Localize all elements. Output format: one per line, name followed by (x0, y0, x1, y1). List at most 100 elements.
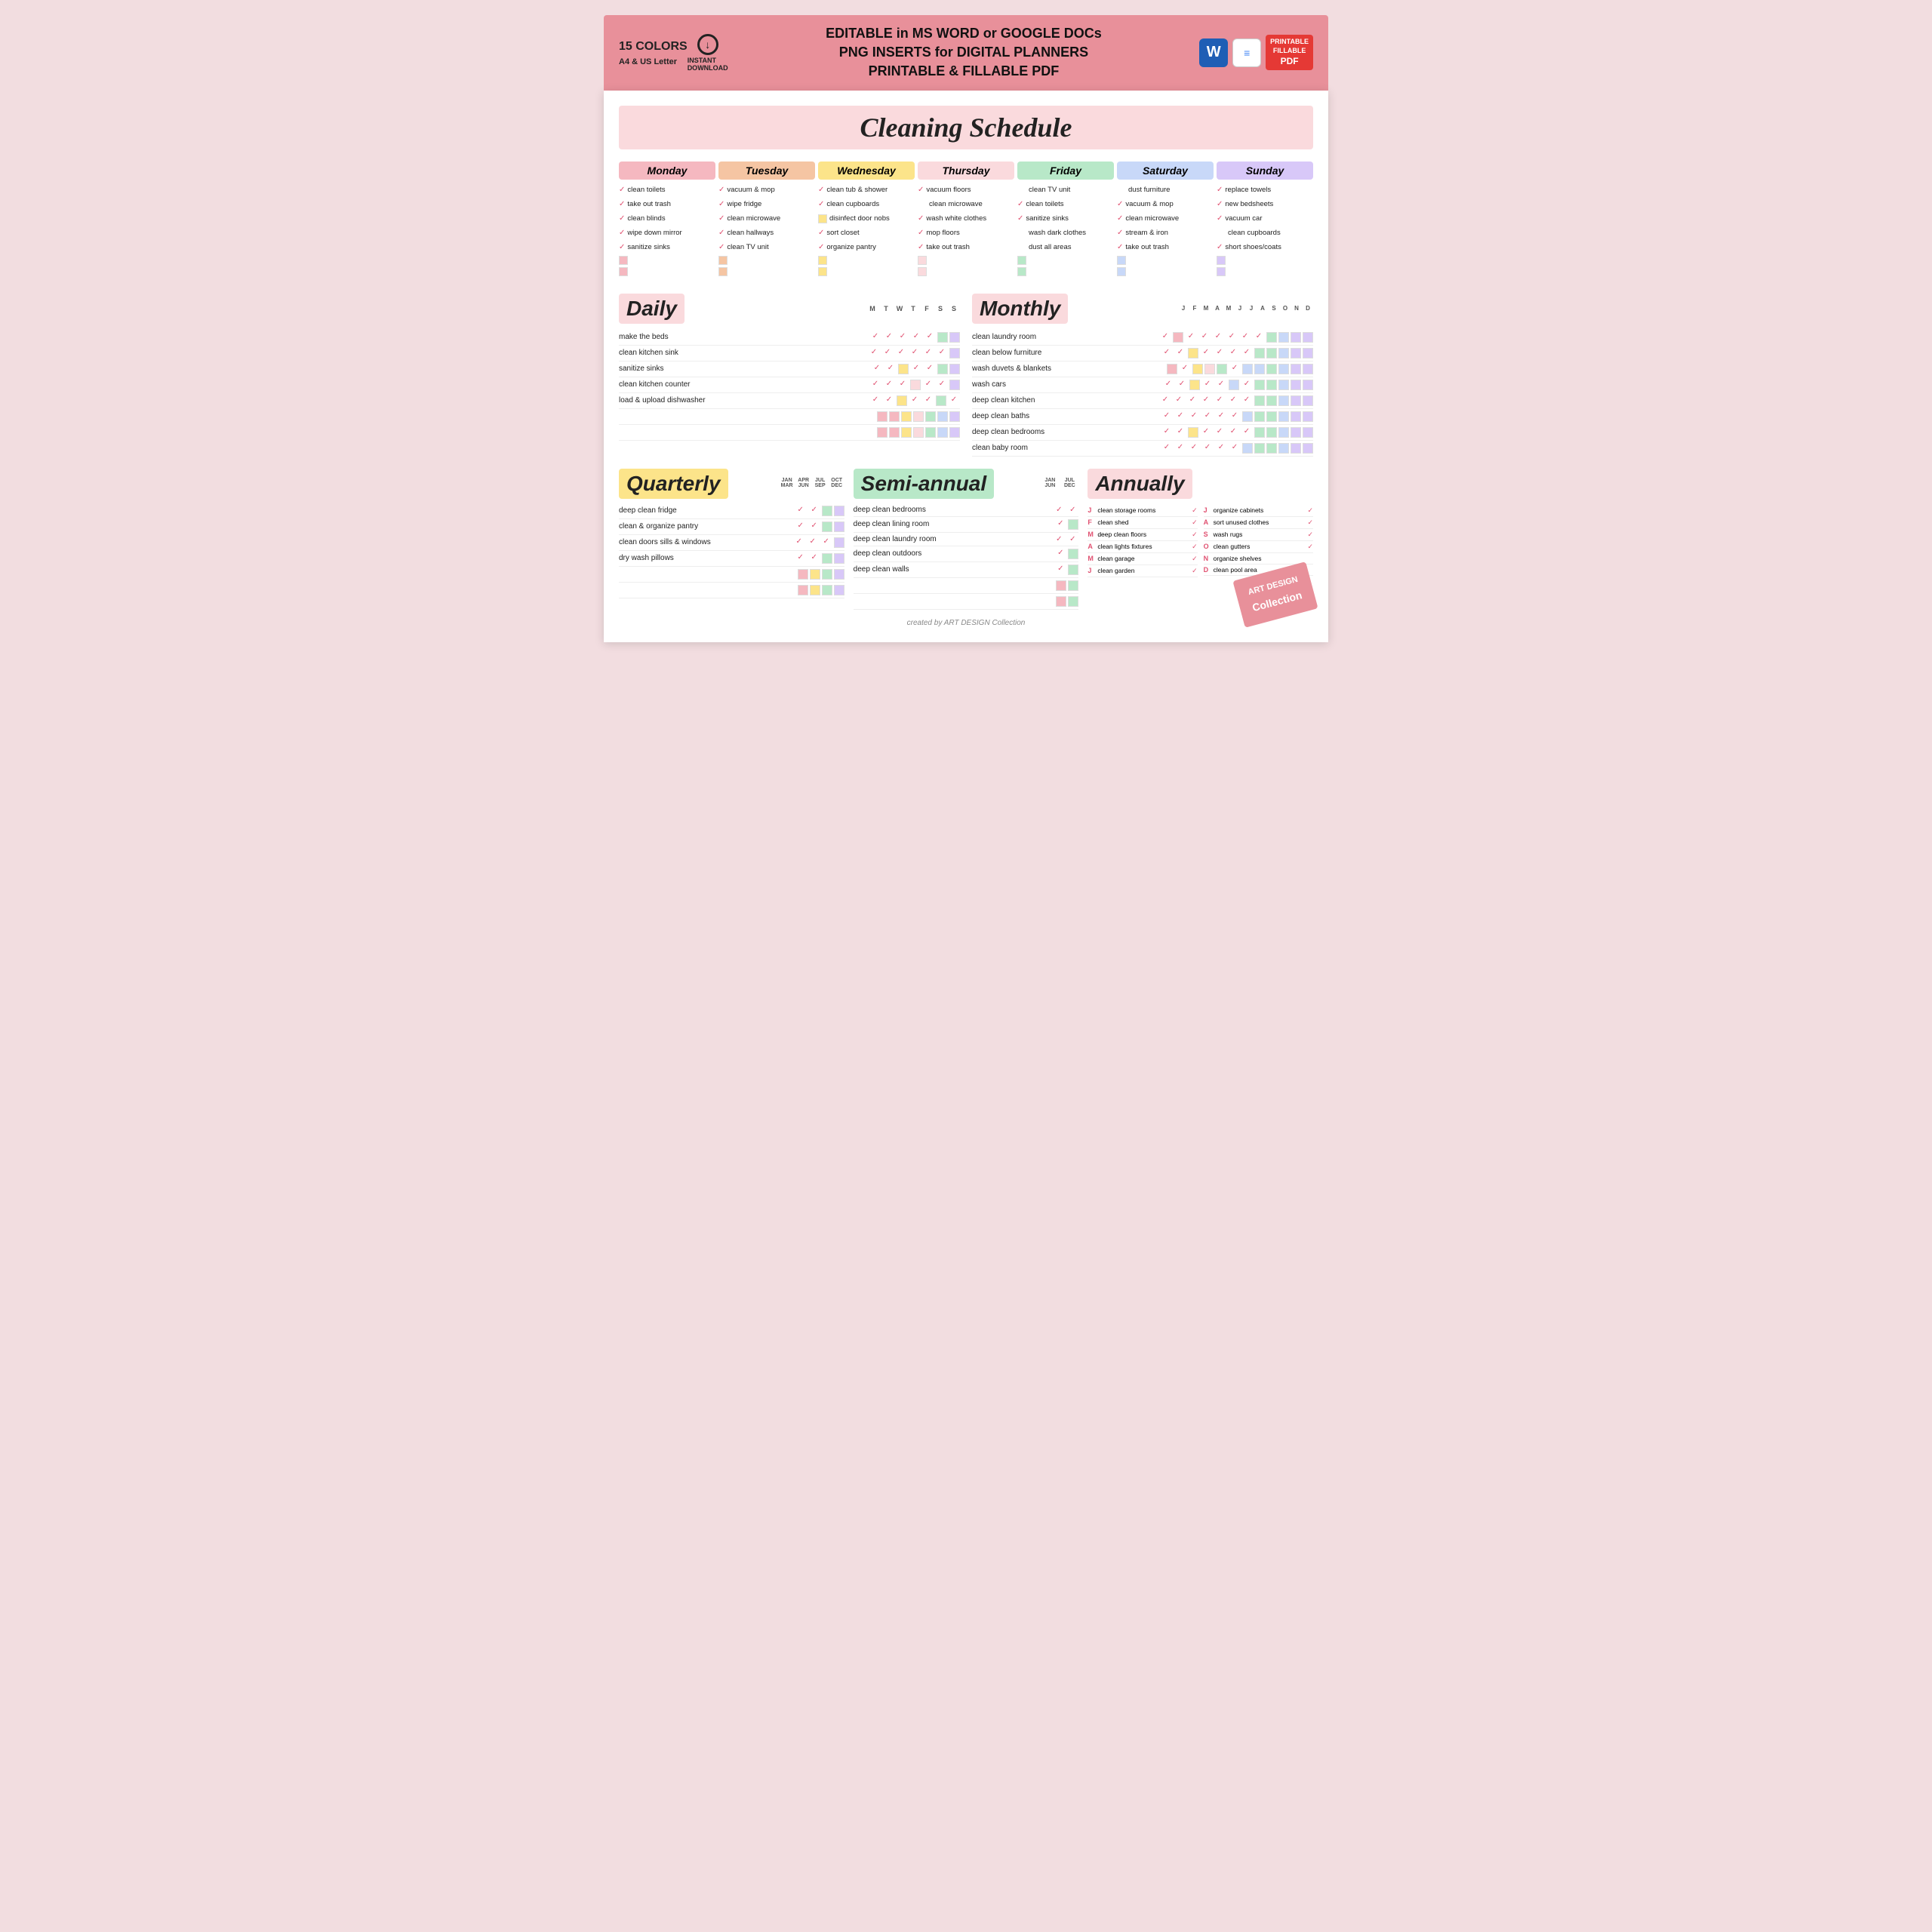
daily-row: clean kitchen sink ✓✓✓ ✓✓✓ (619, 346, 960, 361)
quarterly-row: deep clean fridge ✓✓ (619, 503, 844, 519)
monthly-row: clean baby room ✓✓ ✓✓ ✓✓ (972, 441, 1313, 457)
task-item: ✓vacuum & mop (1117, 198, 1214, 211)
sunday-col: Sunday ✓replace towels ✓new bedsheets ✓v… (1217, 162, 1313, 278)
quarterly-row: clean doors sills & windows ✓✓✓ (619, 535, 844, 551)
task-item: clean TV unit (1017, 184, 1114, 196)
task-item: ✓sanitize sinks (1017, 213, 1114, 225)
task-item: wash dark clothes (1017, 227, 1114, 239)
ann-row: Swash rugs✓ (1204, 529, 1313, 541)
monthly-row: deep clean bedrooms ✓✓ ✓✓ ✓✓ (972, 425, 1313, 441)
monthly-month-letters: JFM AMJ JAS OND (1178, 305, 1313, 312)
monthly-title: Monthly (972, 294, 1068, 324)
daily-blank-row (619, 425, 960, 441)
task-item: ✓clean microwave (718, 213, 815, 225)
sunday-header: Sunday (1217, 162, 1313, 180)
daily-row: sanitize sinks ✓✓ ✓✓ (619, 361, 960, 377)
semiannual-row: deep clean walls ✓ (854, 562, 1079, 578)
semiannual-row: deep clean outdoors ✓ (854, 546, 1079, 562)
task-item: ✓clean toilets (619, 184, 715, 196)
banner-left: 15 COLORS A4 & US Letter (619, 38, 688, 69)
annually-grid: Jclean storage rooms✓ Fclean shed✓ Mdeep… (1088, 505, 1313, 577)
ann-row: Asort unused clothes✓ (1204, 517, 1313, 529)
saturday-col: Saturday dust furniture ✓vacuum & mop ✓c… (1117, 162, 1214, 278)
word-icon: W (1199, 38, 1228, 67)
semiannual-title: Semi-annual (854, 469, 994, 499)
banner-main-title: EDITABLE in MS WORD or GOOGLE DOCs PNG I… (728, 24, 1199, 82)
task-item: ✓wipe fridge (718, 198, 815, 211)
monday-col: Monday ✓clean toilets ✓take out trash ✓c… (619, 162, 715, 278)
task-item: ✓take out trash (1117, 242, 1214, 254)
daily-row: load & upload dishwasher ✓✓ ✓✓ ✓ (619, 393, 960, 409)
task-item: disinfect door nobs (818, 213, 915, 225)
task-item: ✓clean cupboards (818, 198, 915, 211)
annually-title: Annually (1088, 469, 1192, 499)
size-label: A4 & US Letter (619, 57, 677, 66)
ann-row: Jorganize cabinets✓ (1204, 505, 1313, 517)
ann-row: Norganize shelves (1204, 553, 1313, 565)
pdf-badge: PRINTABLEFILLABLEPDF (1266, 35, 1313, 70)
annually-left: Jclean storage rooms✓ Fclean shed✓ Mdeep… (1088, 505, 1197, 577)
ann-row: Fclean shed✓ (1088, 517, 1197, 529)
task-item: ✓vacuum floors (918, 184, 1014, 196)
task-item: dust all areas (1017, 242, 1114, 254)
task-item: ✓clean tub & shower (818, 184, 915, 196)
banner-right: W ≡ PRINTABLEFILLABLEPDF (1199, 35, 1313, 70)
task-item: ✓vacuum & mop (718, 184, 815, 196)
task-item: ✓new bedsheets (1217, 198, 1313, 211)
gdocs-icon: ≡ (1232, 38, 1261, 67)
task-item: ✓take out trash (619, 198, 715, 211)
saturday-header: Saturday (1117, 162, 1214, 180)
tuesday-col: Tuesday ✓vacuum & mop ✓wipe fridge ✓clea… (718, 162, 815, 278)
instant-label: INSTANTDOWNLOAD (688, 57, 728, 72)
tuesday-header: Tuesday (718, 162, 815, 180)
monthly-section: Monthly JFM AMJ JAS OND clean laundry ro… (972, 294, 1313, 457)
ann-row: Jclean storage rooms✓ (1088, 505, 1197, 517)
task-item: ✓clean TV unit (718, 242, 815, 254)
ann-row: Mdeep clean floors✓ (1088, 529, 1197, 541)
ann-row: Oclean gutters✓ (1204, 541, 1313, 553)
ann-row: Jclean garden✓ (1088, 565, 1197, 577)
monthly-row: deep clean kitchen ✓✓ ✓✓ ✓✓ ✓ (972, 393, 1313, 409)
footer-credit: created by ART DESIGN Collection (619, 619, 1313, 627)
ann-row: Mclean garage✓ (1088, 553, 1197, 565)
thursday-col: Thursday ✓vacuum floors clean microwave … (918, 162, 1014, 278)
monthly-row: wash cars ✓✓ ✓✓ ✓ (972, 377, 1313, 393)
monthly-row: clean laundry room ✓ ✓✓ ✓✓ ✓✓ (972, 330, 1313, 346)
friday-header: Friday (1017, 162, 1114, 180)
task-item: dust furniture (1117, 184, 1214, 196)
daily-title: Daily (619, 294, 685, 324)
task-item: ✓vacuum car (1217, 213, 1313, 225)
task-item: ✓wipe down mirror (619, 227, 715, 239)
monthly-row: deep clean baths ✓✓ ✓✓ ✓✓ (972, 409, 1313, 425)
daily-row: clean kitchen counter ✓✓✓ ✓✓ (619, 377, 960, 393)
main-card: Cleaning Schedule Monday ✓clean toilets … (604, 91, 1328, 642)
bottom-sections: Quarterly JANMAR APRJUN JULSEP OCTDEC de… (619, 469, 1313, 610)
monthly-row: wash duvets & blankets ✓ ✓ (972, 361, 1313, 377)
quarterly-row: dry wash pillows ✓✓ (619, 551, 844, 567)
quarterly-blank-row (619, 567, 844, 583)
lower-sections: Daily MTW TFS S make the beds ✓✓✓ ✓✓ cle… (619, 294, 1313, 457)
semiannual-row: deep clean lining room ✓ (854, 517, 1079, 533)
task-item: ✓mop floors (918, 227, 1014, 239)
daily-row: make the beds ✓✓✓ ✓✓ (619, 330, 960, 346)
task-item: ✓clean toilets (1017, 198, 1114, 211)
daily-blank-row (619, 409, 960, 425)
task-item: clean cupboards (1217, 227, 1313, 239)
task-item: ✓short shoes/coats (1217, 242, 1313, 254)
friday-col: Friday clean TV unit ✓clean toilets ✓san… (1017, 162, 1114, 278)
monday-header: Monday (619, 162, 715, 180)
task-item: ✓clean blinds (619, 213, 715, 225)
semiannual-blank-row (854, 594, 1079, 610)
banner: 15 COLORS A4 & US Letter ↓ INSTANTDOWNLO… (604, 15, 1328, 91)
semiannual-blank-row (854, 578, 1079, 594)
task-item: ✓wash white clothes (918, 213, 1014, 225)
ann-row: Aclean lights fixtures✓ (1088, 541, 1197, 553)
quarterly-section: Quarterly JANMAR APRJUN JULSEP OCTDEC de… (619, 469, 844, 610)
thursday-header: Thursday (918, 162, 1014, 180)
colors-label: 15 COLORS (619, 40, 688, 53)
schedule-title: Cleaning Schedule (619, 106, 1313, 149)
quarterly-blank-row (619, 583, 844, 598)
download-badge: ↓ INSTANTDOWNLOAD (688, 34, 728, 72)
wednesday-header: Wednesday (818, 162, 915, 180)
task-item: ✓organize pantry (818, 242, 915, 254)
